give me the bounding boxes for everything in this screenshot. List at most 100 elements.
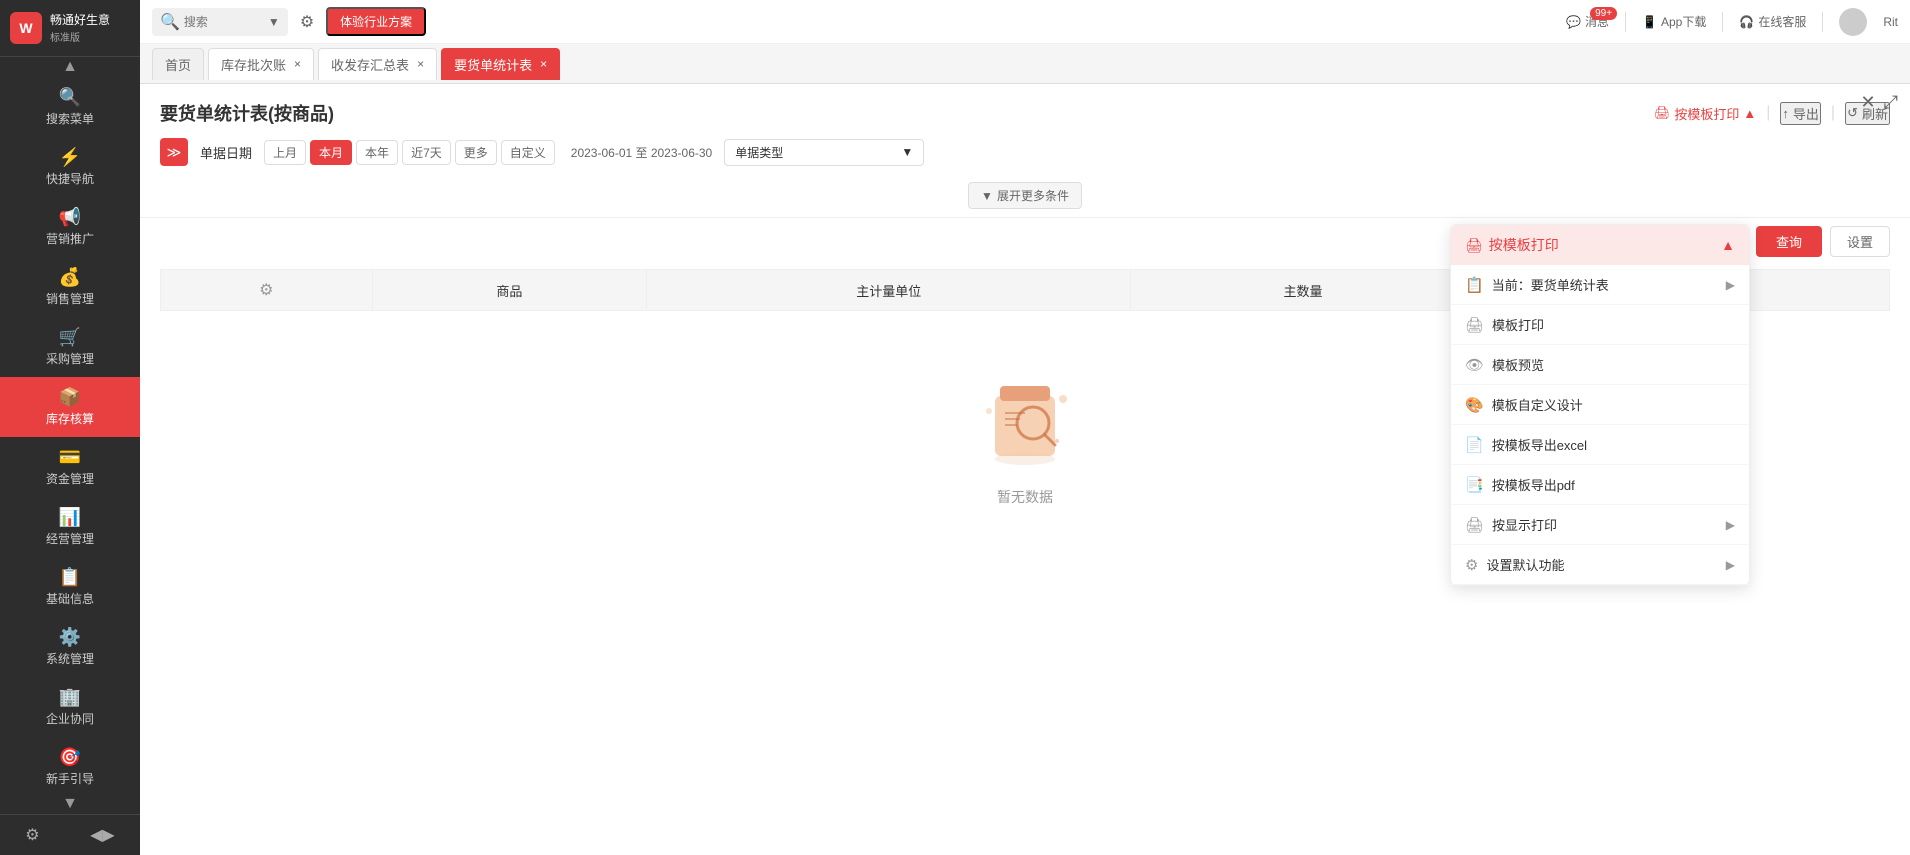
nav-icon-shortcut: ⚡ xyxy=(59,147,81,168)
print-item-template_design[interactable]: 🎨模板自定义设计 xyxy=(1451,385,1749,425)
date-buttons: 上月本月本年近7天更多自定义 xyxy=(264,140,555,165)
expand-more-row: ▼ 展开更多条件 xyxy=(140,178,1910,218)
print-item-icon-export_pdf: 📑 xyxy=(1465,476,1484,494)
tab-home[interactable]: 首页 xyxy=(152,48,204,80)
sidebar: W 畅通好生意 标准版 ▲ 🔍搜索菜单⚡快捷导航📢营销推广💰销售管理🛒采购管理📦… xyxy=(0,0,140,855)
print-item-default_func[interactable]: ⚙设置默认功能▶ xyxy=(1451,545,1749,585)
table-settings-icon[interactable]: ⚙ xyxy=(259,282,273,299)
sidebar-item-enterprise[interactable]: 🏢企业协同 xyxy=(0,677,140,737)
print-item-template_print[interactable]: 🖨模板打印 xyxy=(1451,305,1749,345)
topbar: 🔍 ▼ ⚙ 体验行业方案 💬 消息 99+ 📱 App下载 🎧 在线客服 xyxy=(140,0,1910,44)
sidebar-item-system[interactable]: ⚙️系统管理 xyxy=(0,617,140,677)
tab-close-collection[interactable]: × xyxy=(417,57,424,71)
nav-icon-basic: 📋 xyxy=(59,567,81,588)
print-item-arrow-icon-default_func: ▶ xyxy=(1726,558,1735,572)
sidebar-item-guide[interactable]: 🎯新手引导 xyxy=(0,737,140,794)
nav-icon-finance: 💳 xyxy=(59,447,81,468)
print-item-template_preview[interactable]: 👁模板预览 xyxy=(1451,345,1749,385)
sidebar-scroll-down[interactable]: ▼ xyxy=(0,794,140,814)
settings-icon[interactable]: ⚙ xyxy=(25,825,39,845)
query-button[interactable]: 查询 xyxy=(1756,226,1822,257)
message-badge: 99+ xyxy=(1590,7,1617,20)
tab-close-order_stat[interactable]: × xyxy=(540,57,547,71)
expand-panel-icon[interactable]: ⤢ xyxy=(1884,92,1898,113)
page-actions: 🖨 按模板打印 ▲ | ↑ 导出 | ↺ 刷新 xyxy=(1654,102,1890,125)
search-dropdown-icon[interactable]: ▼ xyxy=(268,15,280,29)
search-icon: 🔍 xyxy=(160,12,180,32)
refresh-icon: ↺ xyxy=(1847,105,1858,121)
sidebar-item-sales[interactable]: 💰销售管理 xyxy=(0,257,140,317)
nav-icon-marketing: 📢 xyxy=(59,207,81,228)
print-dropdown-icon: 🖨 xyxy=(1465,237,1483,254)
print-item-icon-template_design: 🎨 xyxy=(1465,396,1484,414)
type-filter-chevron-icon: ▼ xyxy=(901,145,913,159)
search-box[interactable]: 🔍 ▼ xyxy=(152,8,288,36)
sidebar-item-basic[interactable]: 📋基础信息 xyxy=(0,557,140,617)
print-item-export_excel[interactable]: 📄按模板导出excel xyxy=(1451,425,1749,465)
print-dropdown-header: 🖨 按模板打印 ▲ xyxy=(1451,225,1749,265)
date-btn-current[interactable]: 本月 xyxy=(310,140,352,165)
sidebar-item-inventory[interactable]: 📦库存核算 xyxy=(0,377,140,437)
expand-more-button[interactable]: ▼ 展开更多条件 xyxy=(968,182,1082,209)
sidebar-nav: 🔍搜索菜单⚡快捷导航📢营销推广💰销售管理🛒采购管理📦库存核算💳资金管理📊经营管理… xyxy=(0,77,140,794)
sidebar-scroll-up[interactable]: ▲ xyxy=(0,57,140,77)
service-icon: 🎧 xyxy=(1739,15,1754,29)
date-btn-custom[interactable]: 自定义 xyxy=(501,140,555,165)
print-button[interactable]: 🖨 按模板打印 ▲ xyxy=(1654,104,1756,123)
current-template-icon: 📋 xyxy=(1465,276,1484,294)
service-button[interactable]: 🎧 在线客服 xyxy=(1739,13,1806,30)
search-input[interactable] xyxy=(184,15,264,29)
sidebar-item-shortcut[interactable]: ⚡快捷导航 xyxy=(0,137,140,197)
date-btn-more[interactable]: 更多 xyxy=(455,140,497,165)
nav-icon-inventory: 📦 xyxy=(59,387,81,408)
avatar[interactable] xyxy=(1839,8,1867,36)
type-filter-select[interactable]: 单据类型 ▼ xyxy=(724,139,924,166)
tab-batch[interactable]: 库存批次账× xyxy=(208,48,314,80)
current-template-item[interactable]: 📋 当前：要货单统计表 ▶ xyxy=(1451,265,1749,305)
filter-expand-icon[interactable]: ≫ xyxy=(160,138,188,166)
sidebar-item-search[interactable]: 🔍搜索菜单 xyxy=(0,77,140,137)
app-name: 畅通好生意 xyxy=(50,12,110,29)
trial-button[interactable]: 体验行业方案 xyxy=(326,7,426,36)
message-button[interactable]: 💬 消息 99+ xyxy=(1566,13,1609,30)
sidebar-item-finance[interactable]: 💳资金管理 xyxy=(0,437,140,497)
print-item-icon-export_excel: 📄 xyxy=(1465,436,1484,454)
col-unit: 主计量单位 xyxy=(647,270,1131,311)
nav-icon-system: ⚙️ xyxy=(59,627,81,648)
tab-collection[interactable]: 收发存汇总表× xyxy=(318,48,437,80)
sidebar-item-operation[interactable]: 📊经营管理 xyxy=(0,497,140,557)
message-icon: 💬 xyxy=(1566,15,1581,29)
col-product: 商品 xyxy=(372,270,646,311)
col-settings[interactable]: ⚙ xyxy=(161,270,373,311)
topbar-gear-icon[interactable]: ⚙ xyxy=(300,12,314,32)
type-filter-label: 单据类型 xyxy=(735,144,783,161)
print-item-display_print[interactable]: 🖨按显示打印▶ xyxy=(1451,505,1749,545)
print-icon: 🖨 xyxy=(1654,105,1671,121)
nav-icon-enterprise: 🏢 xyxy=(59,687,81,708)
export-icon: ↑ xyxy=(1782,106,1789,121)
print-item-icon-default_func: ⚙ xyxy=(1465,556,1478,574)
nav-icon-guide: 🎯 xyxy=(59,747,81,768)
print-item-export_pdf[interactable]: 📑按模板导出pdf xyxy=(1451,465,1749,505)
expand-down-icon: ▼ xyxy=(981,189,993,203)
print-item-icon-template_print: 🖨 xyxy=(1465,316,1484,334)
tab-close-batch[interactable]: × xyxy=(294,57,301,71)
app-download-button[interactable]: 📱 App下载 xyxy=(1642,13,1706,30)
export-button[interactable]: ↑ 导出 xyxy=(1780,102,1821,125)
print-dropdown: 🖨 按模板打印 ▲ 📋 当前：要货单统计表 ▶ 🖨模板打印👁模板预览🎨模板自定义… xyxy=(1450,224,1750,586)
print-dropdown-close-icon[interactable]: ▲ xyxy=(1721,237,1735,253)
date-btn-prev[interactable]: 上月 xyxy=(264,140,306,165)
settings-button[interactable]: 设置 xyxy=(1830,226,1890,257)
username: Rit xyxy=(1883,15,1898,29)
topbar-divider-2 xyxy=(1722,12,1723,32)
tab-order_stat[interactable]: 要货单统计表× xyxy=(441,48,560,80)
topbar-right: 💬 消息 99+ 📱 App下载 🎧 在线客服 Rit xyxy=(1566,8,1898,36)
collapse-icon[interactable]: ◀▶ xyxy=(90,825,115,845)
sidebar-item-marketing[interactable]: 📢营销推广 xyxy=(0,197,140,257)
date-btn-year[interactable]: 本年 xyxy=(356,140,398,165)
date-btn-7days[interactable]: 近7天 xyxy=(402,140,451,165)
close-panel-icon[interactable]: ✕ xyxy=(1861,92,1876,113)
date-filter-label: 单据日期 xyxy=(200,143,252,162)
current-template-arrow-icon: ▶ xyxy=(1726,278,1735,292)
sidebar-item-purchase[interactable]: 🛒采购管理 xyxy=(0,317,140,377)
